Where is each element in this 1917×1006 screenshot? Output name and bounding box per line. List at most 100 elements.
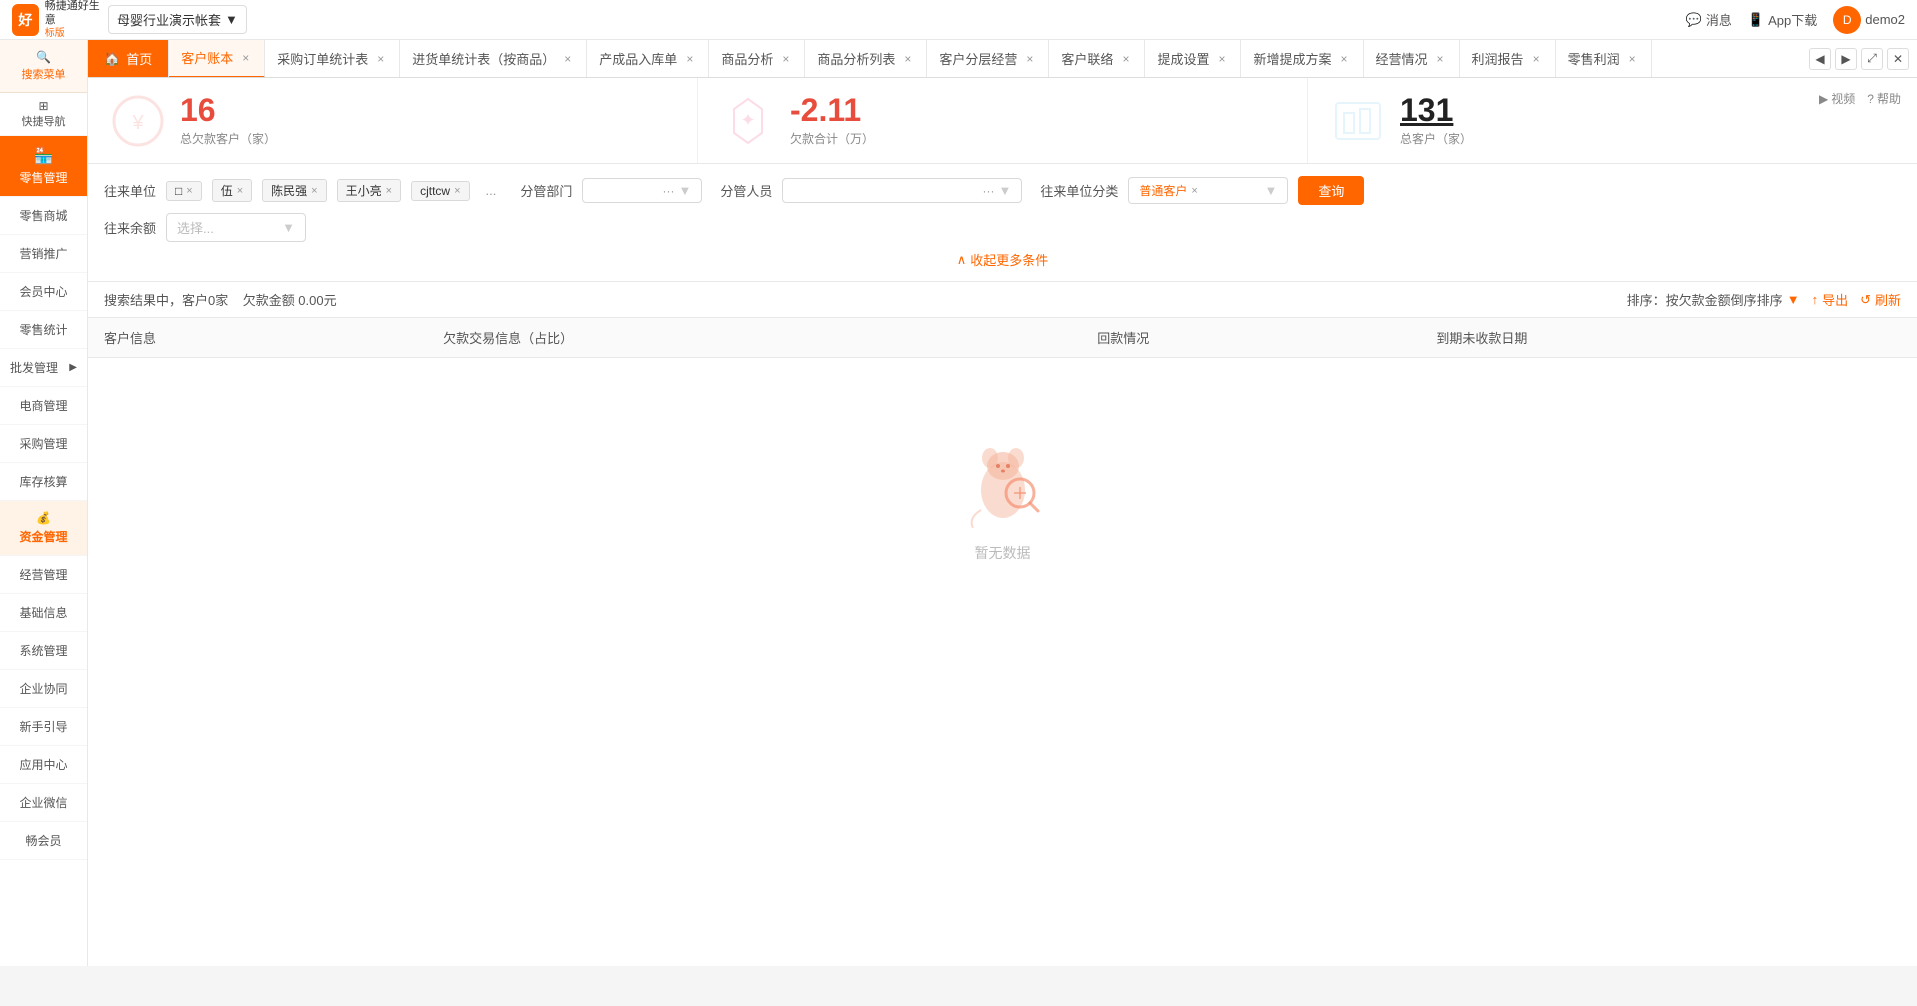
unit-class-select[interactable]: 普通客户 × ▼ bbox=[1128, 177, 1288, 204]
tab-purchase-order-stats[interactable]: 采购订单统计表 × bbox=[265, 40, 400, 78]
sidebar-item-marketing[interactable]: 营销推广 bbox=[0, 235, 87, 273]
tab-close-promotion[interactable]: × bbox=[1215, 51, 1228, 67]
logo-text: 畅捷通好生意 标版 bbox=[45, 0, 100, 40]
sidebar: 🔍 搜索菜单 ⊞ 快捷导航 🏪 零售管理 零售商城 营销推广 会员中心 零售统计… bbox=[0, 40, 88, 966]
tab-close-contact[interactable]: × bbox=[1119, 51, 1132, 67]
sidebar-item-newbie[interactable]: 新手引导 bbox=[0, 708, 87, 746]
tab-next-btn[interactable]: ▶ bbox=[1835, 48, 1857, 70]
tag-close-cjttcw[interactable]: × bbox=[454, 185, 460, 197]
sidebar-item-purchase[interactable]: 采购管理 bbox=[0, 425, 87, 463]
filter-tag-cjttcw[interactable]: cjttcw × bbox=[411, 181, 469, 201]
sidebar-item-basic-info[interactable]: 基础信息 bbox=[0, 594, 87, 632]
filter-tag-checkbox[interactable]: □ × bbox=[166, 181, 202, 201]
customer-bg-icon bbox=[1332, 95, 1384, 147]
retail-icon: 🏪 bbox=[34, 146, 54, 166]
extra-label: 往来余额 bbox=[104, 218, 156, 237]
sidebar-item-app-center[interactable]: 应用中心 bbox=[0, 746, 87, 784]
sort-selector[interactable]: 排序：按欠款金额倒序排序 ▼ bbox=[1627, 290, 1800, 309]
tab-close-product-analysis[interactable]: × bbox=[779, 51, 792, 67]
filter-tag-wang[interactable]: 王小亮 × bbox=[337, 179, 401, 202]
tab-retail-profit[interactable]: 零售利润 × bbox=[1556, 40, 1652, 78]
query-button[interactable]: 查询 bbox=[1298, 176, 1364, 205]
filter-more-btn[interactable]: ... bbox=[480, 181, 503, 200]
sidebar-item-retail-stats[interactable]: 零售统计 bbox=[0, 311, 87, 349]
extra-select[interactable]: 选择... ▼ bbox=[166, 213, 306, 242]
store-selector[interactable]: 母婴行业演示帐套 ▼ bbox=[108, 5, 247, 34]
sidebar-item-vip[interactable]: 畅会员 bbox=[0, 822, 87, 860]
filter-tag-wu[interactable]: 伍 × bbox=[212, 179, 252, 202]
tab-close-production[interactable]: × bbox=[683, 51, 696, 67]
filter-row-2: 往来余额 选择... ▼ bbox=[104, 213, 1901, 242]
app-download-action[interactable]: 📱 App下载 bbox=[1748, 10, 1817, 29]
export-btn[interactable]: ↑ 导出 bbox=[1812, 290, 1849, 309]
video-btn[interactable]: ▶ 视频 bbox=[1819, 90, 1855, 107]
message-action[interactable]: 💬 消息 bbox=[1686, 10, 1732, 29]
table-empty-row: 暂无数据 bbox=[88, 358, 1917, 644]
sidebar-item-inventory[interactable]: 库存核算 bbox=[0, 463, 87, 501]
tab-production-inbound[interactable]: 产成品入库单 × bbox=[587, 40, 709, 78]
tab-close-retail[interactable]: × bbox=[1626, 51, 1639, 67]
tab-prev-btn[interactable]: ◀ bbox=[1809, 48, 1831, 70]
dept-select[interactable]: ··· ▼ bbox=[582, 178, 702, 203]
sidebar-item-retail-mall[interactable]: 零售商城 bbox=[0, 197, 87, 235]
play-icon: ▶ bbox=[1819, 92, 1828, 106]
unit-class-tag-close[interactable]: × bbox=[1191, 185, 1197, 197]
sidebar-item-wechat[interactable]: 企业微信 bbox=[0, 784, 87, 822]
result-actions: 排序：按欠款金额倒序排序 ▼ ↑ 导出 ↺ 刷新 bbox=[1627, 290, 1901, 309]
tag-close-checkbox[interactable]: × bbox=[186, 185, 192, 197]
tag-close-chen[interactable]: × bbox=[311, 185, 317, 197]
tab-close-accounts-book[interactable]: × bbox=[239, 50, 252, 66]
sidebar-item-system[interactable]: 系统管理 bbox=[0, 632, 87, 670]
tab-profit-report[interactable]: 利润报告 × bbox=[1460, 40, 1556, 78]
tab-new-promotion[interactable]: 新增提成方案 × bbox=[1241, 40, 1363, 78]
sidebar-item-operations[interactable]: 经营管理 bbox=[0, 556, 87, 594]
tab-close-profit[interactable]: × bbox=[1530, 51, 1543, 67]
staff-select[interactable]: ··· ▼ bbox=[782, 178, 1022, 203]
sidebar-item-finance[interactable]: 💰 资金管理 bbox=[0, 501, 87, 556]
tab-close-purchase[interactable]: × bbox=[374, 51, 387, 67]
tab-home[interactable]: 🏠 首页 bbox=[88, 40, 169, 78]
sidebar-quick-nav[interactable]: ⊞ 快捷导航 bbox=[0, 93, 87, 136]
tag-close-wang[interactable]: × bbox=[386, 185, 392, 197]
tab-promotion-settings[interactable]: 提成设置 × bbox=[1145, 40, 1241, 78]
sidebar-search[interactable]: 🔍 搜索菜单 bbox=[0, 40, 87, 93]
tab-close-all-btn[interactable]: ✕ bbox=[1887, 48, 1909, 70]
sidebar-item-retail-mgmt[interactable]: 🏪 零售管理 bbox=[0, 136, 87, 197]
collapse-btn[interactable]: ∧ 收起更多条件 bbox=[957, 250, 1049, 269]
sort-chevron: ▼ bbox=[1787, 292, 1800, 307]
tab-close-inbound[interactable]: × bbox=[561, 51, 574, 67]
grid-icon: ⊞ bbox=[8, 99, 79, 113]
tab-business-status[interactable]: 经营情况 × bbox=[1364, 40, 1460, 78]
tab-close-business[interactable]: × bbox=[1434, 51, 1447, 67]
logo-icon: 好 bbox=[12, 4, 39, 36]
tab-customer-tiering[interactable]: 客户分层经营 × bbox=[927, 40, 1049, 78]
refresh-btn[interactable]: ↺ 刷新 bbox=[1860, 290, 1901, 309]
tab-close-tiering[interactable]: × bbox=[1023, 51, 1036, 67]
chevron-icon: ▶ bbox=[69, 362, 77, 373]
tab-product-analysis-list[interactable]: 商品分析列表 × bbox=[805, 40, 927, 78]
tab-product-analysis[interactable]: 商品分析 × bbox=[709, 40, 805, 78]
filter-row-1: 往来单位 □ × 伍 × 陈民强 × 王小亮 × cjtt bbox=[104, 176, 1901, 205]
sidebar-item-ecommerce[interactable]: 电商管理 bbox=[0, 387, 87, 425]
main-content: 🏠 首页 客户账本 × 采购订单统计表 × 进货单统计表（按商品） × 产成品入… bbox=[88, 40, 1917, 966]
tab-close-product-list[interactable]: × bbox=[901, 51, 914, 67]
dept-dropdown-icon: ▼ bbox=[678, 183, 691, 198]
top-bar-right: 💬 消息 📱 App下载 D demo2 bbox=[1686, 6, 1905, 34]
tab-maximize-btn[interactable]: ⤢ bbox=[1861, 48, 1883, 70]
help-btn[interactable]: ? 帮助 bbox=[1867, 90, 1901, 107]
tab-accounts-book[interactable]: 客户账本 × bbox=[169, 40, 265, 78]
tab-customer-contact[interactable]: 客户联络 × bbox=[1049, 40, 1145, 78]
sidebar-item-wholesale[interactable]: 批发管理 ▶ bbox=[0, 349, 87, 387]
filter-tag-chen[interactable]: 陈民强 × bbox=[262, 179, 326, 202]
debt-value: -2.11 bbox=[790, 94, 874, 126]
tab-inbound-stats[interactable]: 进货单统计表（按商品） × bbox=[400, 40, 587, 78]
logo-area: 好 畅捷通好生意 标版 bbox=[12, 0, 100, 40]
tab-close-new-promotion[interactable]: × bbox=[1338, 51, 1351, 67]
tag-close-wu[interactable]: × bbox=[237, 185, 243, 197]
sidebar-item-enterprise-collab[interactable]: 企业协同 bbox=[0, 670, 87, 708]
table-container: 客户信息 欠款交易信息（占比） 回款情况 到期未收款日期 bbox=[88, 318, 1917, 966]
svg-text:¥: ¥ bbox=[131, 112, 144, 134]
sidebar-item-member-center[interactable]: 会员中心 bbox=[0, 273, 87, 311]
th-due-date: 到期未收款日期 bbox=[1420, 318, 1917, 358]
user-action[interactable]: D demo2 bbox=[1833, 6, 1905, 34]
